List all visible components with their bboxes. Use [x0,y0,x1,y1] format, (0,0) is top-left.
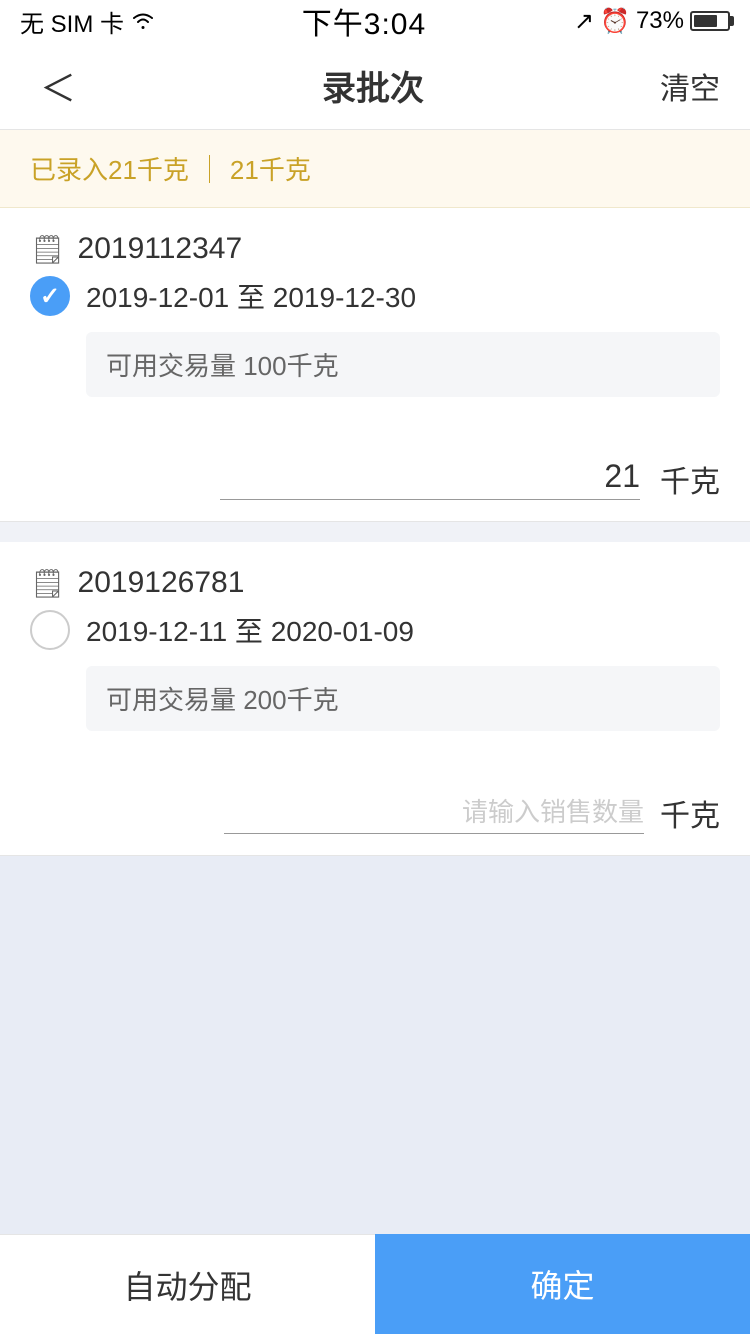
recorded-label: 已录入21千克 [30,150,189,187]
empty-area [0,856,750,1236]
batch2-radio[interactable] [30,610,70,650]
status-left: 无 SIM 卡 [20,4,154,39]
clear-button[interactable]: 清空 [660,64,720,108]
recorded-value: 21千克 [230,150,311,187]
batch1-radio[interactable] [30,276,70,316]
location-icon: ↗ [574,7,594,36]
battery-icon [690,11,730,31]
battery-fill [694,15,717,27]
bottom-bar: 自动分配 确定 [0,1234,750,1334]
separator-1 [0,522,750,542]
wifi-icon [132,12,154,30]
batch2-id: 2019126781 [78,566,245,600]
batch-item-2: 🗒 2019126781 2019-12-11 至 2020-01-09 可用交… [0,542,750,775]
batch2-unit: 千克 [660,791,720,835]
batch1-header: 🗒 2019112347 [30,232,720,266]
battery-percent: 73% [636,7,684,35]
batch1-date: 2019-12-01 至 2019-12-30 [86,276,416,316]
batch2-input-underline [224,792,644,834]
batch1-input-underline [220,458,640,500]
status-time: 下午3:04 [302,0,426,43]
back-button[interactable]: ＜ [30,50,86,122]
nav-bar: ＜ 录批次 清空 [0,42,750,130]
alarm-icon: ⏰ [600,7,630,36]
batch1-input-row: 千克 [0,441,750,522]
batch1-doc-icon: 🗒 [30,233,66,266]
batch2-avail: 可用交易量 200千克 [86,666,720,731]
batch2-input-row: 千克 [0,775,750,856]
batch2-date: 2019-12-11 至 2020-01-09 [86,610,414,650]
batch1-qty-input[interactable] [220,458,640,495]
batch-item-1: 🗒 2019112347 2019-12-01 至 2019-12-30 可用交… [0,208,750,441]
banner-divider [209,155,210,183]
batch1-avail: 可用交易量 100千克 [86,332,720,397]
batch1-id: 2019112347 [78,232,243,266]
batch2-header: 🗒 2019126781 [30,566,720,600]
batch2-qty-input[interactable] [224,792,644,829]
info-banner: 已录入21千克 21千克 [0,130,750,208]
status-bar: 无 SIM 卡 下午3:04 ↗ ⏰ 73% [0,0,750,42]
batch1-unit: 千克 [660,457,720,501]
batch1-qty-wrap [30,458,640,500]
status-right: ↗ ⏰ 73% [574,7,730,36]
auto-distribute-button[interactable]: 自动分配 [0,1234,375,1334]
batch2-date-row: 2019-12-11 至 2020-01-09 [30,610,720,650]
confirm-button[interactable]: 确定 [375,1234,750,1334]
batch1-date-row: 2019-12-01 至 2019-12-30 [30,276,720,316]
page-title: 录批次 [322,61,424,110]
carrier-label: 无 SIM 卡 [20,4,124,39]
batch2-doc-icon: 🗒 [30,567,66,600]
